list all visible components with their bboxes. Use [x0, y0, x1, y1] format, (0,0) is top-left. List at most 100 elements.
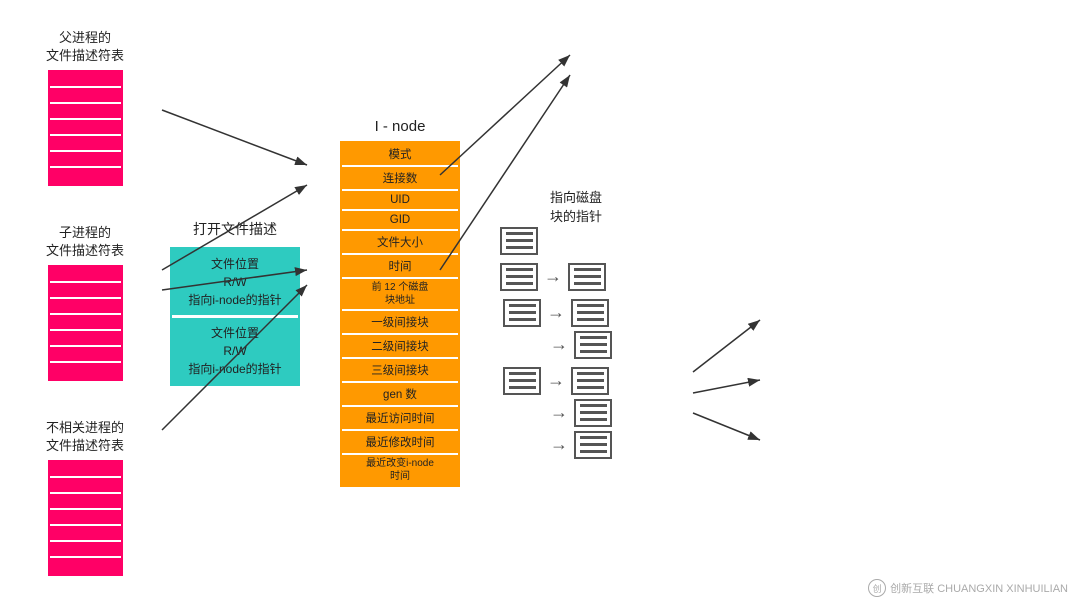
fd-row — [50, 104, 121, 120]
disk-block — [503, 367, 541, 395]
disk-line — [509, 304, 536, 307]
ofd-text: 指向i-node的指针 — [176, 291, 294, 309]
fd-row — [50, 88, 121, 104]
watermark: 创 创新互联 CHUANGXIN XINHUILIAN — [868, 579, 1068, 597]
parent-fd-table — [48, 70, 123, 186]
fd-row — [50, 299, 121, 315]
inode-row-gid: GID — [342, 211, 458, 231]
parent-fd-group: 父进程的 文件描述符表 — [20, 29, 150, 186]
arrow-right-icon: → — [547, 302, 565, 323]
ofd-text: R/W — [176, 342, 294, 360]
arrow-right-icon: → — [547, 370, 565, 391]
disk-block — [571, 299, 609, 327]
disk-line — [580, 336, 607, 339]
disk-line — [506, 246, 533, 249]
arrow-right-icon: → — [550, 402, 568, 423]
inode-row-ctime: 最近改变i-node 时间 — [342, 455, 458, 485]
fd-row — [50, 283, 121, 299]
arrow-right-icon: → — [544, 266, 562, 287]
fd-row — [50, 526, 121, 542]
fd-row — [50, 168, 121, 184]
inode-row-gen: gen 数 — [342, 383, 458, 407]
fd-row — [50, 347, 121, 363]
child-fd-label: 子进程的 文件描述符表 — [46, 224, 124, 260]
open-file-label: 打开文件描述 — [193, 219, 277, 239]
parent-fd-label: 父进程的 文件描述符表 — [46, 29, 124, 65]
main-container: 父进程的 文件描述符表 子进程的 文件描述符表 — [0, 0, 1080, 605]
disk-block — [574, 331, 612, 359]
disk-line — [509, 386, 536, 389]
disk-block-group-4: → → → — [500, 367, 612, 459]
disk-line — [574, 282, 601, 285]
disk-block-group-3: → → — [500, 299, 612, 359]
disk-line — [509, 372, 536, 375]
disk-block — [500, 263, 538, 291]
disk-line — [577, 386, 604, 389]
fd-row — [50, 542, 121, 558]
inode-table: 模式 连接数 UID GID 文件大小 时间 前 12 个磁盘 块地址 一级间接… — [340, 141, 460, 487]
arrow-right-icon: → — [550, 334, 568, 355]
disk-column: 指向磁盘块的指针 → — [500, 227, 612, 459]
inode-column: I - node 模式 连接数 UID GID 文件大小 时间 前 12 个磁盘… — [340, 118, 460, 487]
inode-row-time: 时间 — [342, 255, 458, 279]
inode-title: I - node — [375, 118, 426, 135]
watermark-icon: 创 — [868, 579, 886, 597]
fd-row — [50, 331, 121, 347]
disk-line — [580, 436, 607, 439]
inode-row-mode: 模式 — [342, 143, 458, 167]
open-file-table: 文件位置 R/W 指向i-node的指针 文件位置 R/W 指向i-node的指… — [170, 247, 300, 386]
inode-row-atime: 最近访问时间 — [342, 407, 458, 431]
unrelated-fd-table — [48, 460, 123, 576]
disk-pointer-label: 指向磁盘块的指针 — [550, 187, 612, 225]
fd-row — [50, 315, 121, 331]
ofd-section-2: 文件位置 R/W 指向i-node的指针 — [172, 318, 298, 384]
disk-block — [568, 263, 606, 291]
disk-line — [580, 343, 607, 346]
ofd-text: R/W — [176, 273, 294, 291]
fd-row — [50, 478, 121, 494]
disk-line — [506, 232, 533, 235]
disk-line — [506, 275, 533, 278]
ofd-section-1: 文件位置 R/W 指向i-node的指针 — [172, 249, 298, 318]
disk-block — [500, 227, 538, 255]
fd-row — [50, 136, 121, 152]
disk-line — [577, 372, 604, 375]
ofd-text: 指向i-node的指针 — [176, 360, 294, 378]
inode-row-size: 文件大小 — [342, 231, 458, 255]
fd-row — [50, 267, 121, 283]
disk-block — [503, 299, 541, 327]
disk-line — [574, 275, 601, 278]
arrow-right-icon: → — [550, 434, 568, 455]
ofd-text: 文件位置 — [176, 255, 294, 273]
disk-line — [580, 418, 607, 421]
fd-row — [50, 120, 121, 136]
watermark-text: 创新互联 CHUANGXIN XINHUILIAN — [890, 580, 1068, 596]
unrelated-fd-label: 不相关进程的 文件描述符表 — [46, 419, 124, 455]
disk-line — [509, 318, 536, 321]
disk-line — [580, 443, 607, 446]
disk-block — [574, 399, 612, 427]
disk-line — [506, 268, 533, 271]
fd-row — [50, 494, 121, 510]
disk-block-group-1 — [500, 227, 612, 255]
inode-row-uid: UID — [342, 191, 458, 211]
fd-row — [50, 558, 121, 574]
middle-column: 打开文件描述 文件位置 R/W 指向i-node的指针 文件位置 R/W 指向i… — [170, 219, 300, 386]
disk-line — [580, 350, 607, 353]
unrelated-fd-group: 不相关进程的 文件描述符表 — [20, 419, 150, 576]
inode-row-mtime: 最近修改时间 — [342, 431, 458, 455]
disk-line — [580, 411, 607, 414]
fd-row — [50, 152, 121, 168]
inode-row-disk-addr: 前 12 个磁盘 块地址 — [342, 279, 458, 311]
disk-line — [577, 304, 604, 307]
disk-line — [577, 318, 604, 321]
inode-row-indirect2: 二级间接块 — [342, 335, 458, 359]
disk-line — [506, 282, 533, 285]
fd-row — [50, 72, 121, 88]
child-fd-table — [48, 265, 123, 381]
disk-line — [574, 268, 601, 271]
ofd-text: 文件位置 — [176, 324, 294, 342]
disk-block — [571, 367, 609, 395]
inode-row-indirect1: 一级间接块 — [342, 311, 458, 335]
disk-line — [509, 379, 536, 382]
